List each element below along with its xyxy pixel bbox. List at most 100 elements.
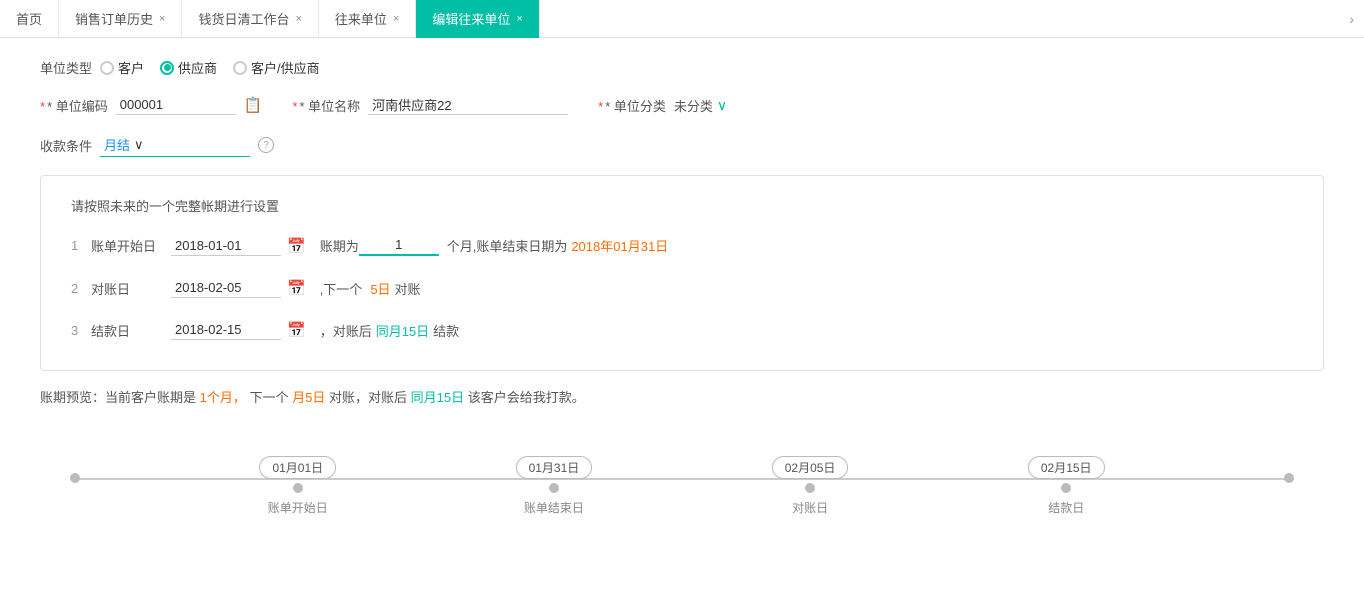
timeline-badge-2: 01月31日 (516, 456, 593, 479)
close-icon[interactable]: × (159, 13, 165, 25)
period-row-1: 1 账单开始日 📅 账期为 个月,账单结束日期为 2018年01月31日 (71, 235, 1293, 256)
start-dot (70, 473, 80, 483)
calendar-icon[interactable]: 📋 (244, 96, 263, 114)
payment-terms-select[interactable]: 月结 ∨ (100, 133, 250, 157)
period-highlight-2: 5日 (370, 279, 390, 298)
unit-name-input[interactable] (368, 95, 568, 115)
timeline-start-dot (70, 456, 80, 516)
period-row-2: 2 对账日 📅 ,下一个 5日 对账 (71, 278, 1293, 298)
period-row-3: 3 结款日 📅 ，对账后 同月15日 结款 (71, 320, 1293, 340)
tab-cash-work[interactable]: 钱货日清工作台 × (182, 0, 318, 38)
unit-type-item: 单位类型 客户 供应商 客户/供应商 (40, 58, 320, 77)
period-label-1: 账单开始日 (91, 236, 171, 255)
timeline-node-3: 02月05日 对账日 (772, 456, 849, 516)
preview-highlight2: 月5日 (292, 390, 325, 405)
radio-circle-customer (100, 61, 114, 75)
timeline-nodes: 01月01日 账单开始日 01月31日 账单结束日 02月05日 对账日 02月… (70, 456, 1294, 516)
tabs-arrow[interactable]: › (1339, 11, 1364, 27)
timeline-badge-4: 02月15日 (1028, 456, 1105, 479)
period-num-1: 1 (71, 238, 91, 253)
radio-customer-supplier[interactable]: 客户/供应商 (233, 58, 320, 77)
required-star: * (40, 99, 45, 114)
period-highlight-3: 同月15日 (376, 321, 429, 340)
timeline-node-2: 01月31日 账单结束日 (516, 456, 593, 516)
radio-supplier-label: 供应商 (178, 58, 217, 77)
timeline-badge-1: 01月01日 (259, 456, 336, 479)
period-date-input-1[interactable] (171, 236, 281, 256)
period-num-3: 3 (71, 323, 91, 338)
timeline-node-1: 01月01日 账单开始日 (259, 456, 336, 516)
period-months-input[interactable] (359, 235, 439, 256)
radio-customer-label: 客户 (118, 58, 144, 77)
close-icon[interactable]: × (516, 13, 522, 25)
end-dot (1284, 473, 1294, 483)
dropdown-arrow-icon: ∨ (134, 137, 144, 153)
unit-category-label: ** 单位分类 (598, 96, 666, 115)
timeline-node-4: 02月15日 结款日 (1028, 456, 1105, 516)
chevron-down-icon: ∨ (717, 97, 727, 114)
tab-partner-label: 往来单位 (335, 9, 387, 28)
tab-sales-history-label: 销售订单历史 (75, 9, 153, 28)
timeline-dot-1 (293, 483, 303, 493)
close-icon[interactable]: × (295, 13, 301, 25)
help-icon[interactable]: ? (258, 137, 274, 153)
calendar-icon-3[interactable]: 📅 (287, 321, 306, 339)
payment-terms-value: 月结 (104, 135, 130, 154)
timeline-badge-3: 02月05日 (772, 456, 849, 479)
preview-prefix: 账期预览：当前客户账期是 (40, 390, 196, 405)
unit-type-row: 单位类型 客户 供应商 客户/供应商 (40, 58, 1324, 77)
period-settings-box: 请按照未来的一个完整帐期进行设置 1 账单开始日 📅 账期为 个月,账单结束日期… (40, 175, 1324, 371)
radio-circle-supplier (160, 61, 174, 75)
tab-edit-partner[interactable]: 编辑往来单位 × (416, 0, 539, 38)
timeline-dot-4 (1061, 483, 1071, 493)
tab-home-label: 首页 (16, 9, 42, 28)
unit-category-select[interactable]: 未分类 ∨ (674, 96, 794, 115)
unit-name-label: ** 单位名称 (292, 96, 360, 115)
timeline-dot-3 (805, 483, 815, 493)
period-suffix-2a: ,下一个 (320, 279, 363, 298)
unit-code-label: ** 单位编码 (40, 96, 108, 115)
period-num-2: 2 (71, 281, 91, 296)
unit-category-item: ** 单位分类 未分类 ∨ (598, 96, 794, 115)
unit-info-row: ** 单位编码 📋 ** 单位名称 ** 单位分类 未分类 ∨ (40, 95, 1324, 115)
period-box-title: 请按照未来的一个完整帐期进行设置 (71, 196, 1293, 215)
timeline-label-1: 账单开始日 (268, 499, 328, 516)
tab-sales-history[interactable]: 销售订单历史 × (59, 0, 182, 38)
preview-suffix: 该客户会给我打款。 (468, 390, 585, 405)
calendar-icon-1[interactable]: 📅 (287, 237, 306, 255)
radio-customer-supplier-label: 客户/供应商 (251, 58, 320, 77)
period-suffix-3b: 结款 (433, 321, 459, 340)
timeline-end-dot (1284, 456, 1294, 516)
preview-section: 账期预览：当前客户账期是 1个月， 下一个 月5日 对账，对账后 同月15日 该… (40, 387, 1324, 426)
period-suffix-1a: 账期为 (320, 236, 359, 255)
tab-partner[interactable]: 往来单位 × (319, 0, 416, 38)
preview-middle2: 对账，对账后 (329, 390, 407, 405)
tab-home[interactable]: 首页 (0, 0, 59, 38)
timeline-label-4: 结款日 (1048, 499, 1084, 516)
period-suffix-3a: ，对账后 (320, 321, 372, 340)
payment-terms-label: 收款条件 (40, 136, 92, 155)
required-star: * (598, 99, 603, 114)
tab-edit-partner-label: 编辑往来单位 (432, 9, 510, 28)
radio-supplier[interactable]: 供应商 (160, 58, 217, 77)
unit-category-value: 未分类 (674, 96, 713, 115)
period-suffix-1b: 个月,账单结束日期为 (447, 236, 568, 255)
tab-cash-work-label: 钱货日清工作台 (198, 9, 289, 28)
period-date-input-3[interactable] (171, 320, 281, 340)
required-star: * (292, 99, 297, 114)
timeline-dot-2 (549, 483, 559, 493)
period-label-2: 对账日 (91, 279, 171, 298)
period-date-input-2[interactable] (171, 278, 281, 298)
tabs-bar: 首页 销售订单历史 × 钱货日清工作台 × 往来单位 × 编辑往来单位 × › (0, 0, 1364, 38)
preview-highlight3: 同月15日 (411, 390, 464, 405)
payment-terms-item: 收款条件 月结 ∨ ? (40, 133, 274, 157)
unit-code-item: ** 单位编码 📋 (40, 95, 262, 115)
page-content: 单位类型 客户 供应商 客户/供应商 ** 单位编码 (0, 38, 1364, 608)
close-icon[interactable]: × (393, 13, 399, 25)
preview-highlight1: 1个月， (200, 390, 246, 405)
payment-terms-row: 收款条件 月结 ∨ ? (40, 133, 1324, 157)
unit-code-input[interactable] (116, 95, 236, 115)
calendar-icon-2[interactable]: 📅 (287, 279, 306, 297)
radio-group-unit-type: 客户 供应商 客户/供应商 (100, 58, 320, 77)
radio-customer[interactable]: 客户 (100, 58, 144, 77)
